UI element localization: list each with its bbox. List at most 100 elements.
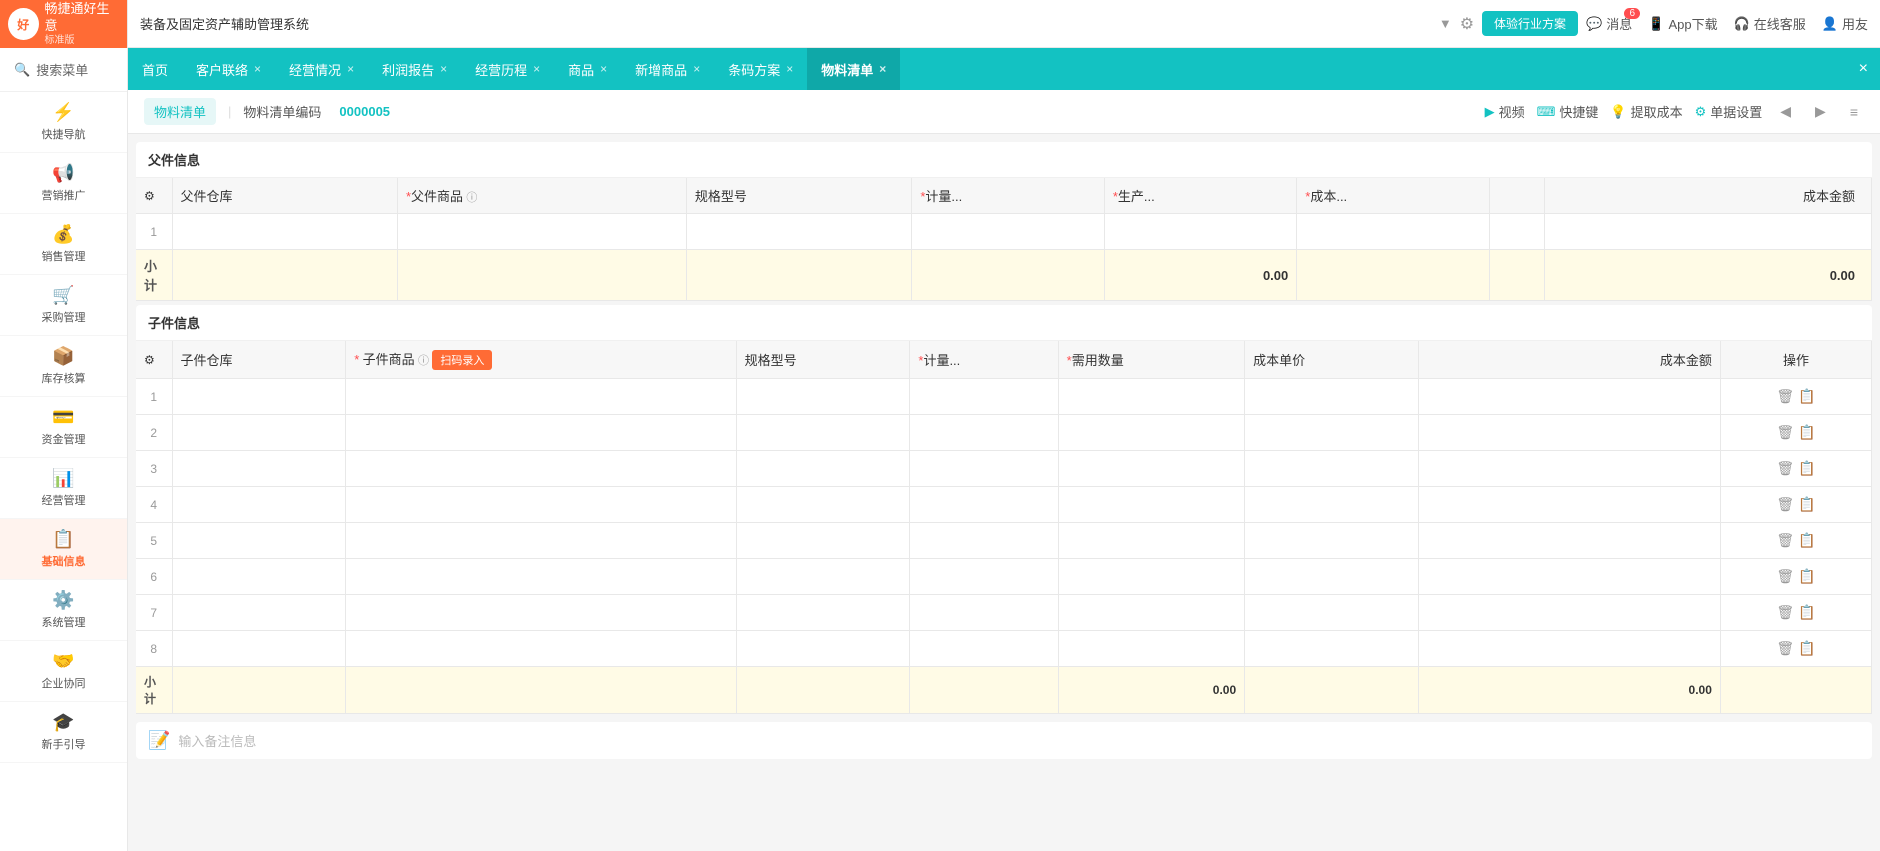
parent-th-settings[interactable]: ⚙ (136, 178, 172, 214)
search-menu-button[interactable]: 🔍 搜索菜单 (8, 56, 119, 83)
child-row-8-spec[interactable] (736, 631, 910, 667)
child-row-2-qty[interactable] (910, 415, 1058, 451)
tab-customer[interactable]: 客户联络 × (182, 48, 275, 90)
delete-row-7-button[interactable]: 🗑 (1776, 604, 1794, 621)
online-service-button[interactable]: 🎧 在线客服 (1734, 14, 1806, 33)
extract-cost-action[interactable]: 💡 提取成本 (1610, 102, 1682, 121)
child-row-3-unit-cost[interactable] (1245, 451, 1419, 487)
child-th-settings[interactable]: ⚙ (136, 341, 172, 379)
child-row-7-need-qty[interactable] (1058, 595, 1244, 631)
tab-goods[interactable]: 商品 × (554, 48, 621, 90)
parent-row-1-qty[interactable] (912, 214, 1104, 250)
sidebar-item-operation[interactable]: 📊 经营管理 (0, 458, 127, 519)
dropdown-arrow-icon[interactable]: ▼ (1439, 16, 1452, 31)
tab-home[interactable]: 首页 (128, 48, 182, 90)
child-row-2-need-qty[interactable] (1058, 415, 1244, 451)
nav-prev-button[interactable]: ◀ (1774, 103, 1797, 120)
delete-row-5-button[interactable]: 🗑 (1776, 532, 1794, 549)
child-row-8-qty[interactable] (910, 631, 1058, 667)
tab-operation-history[interactable]: 经营历程 × (461, 48, 554, 90)
child-row-4-warehouse[interactable] (172, 487, 346, 523)
child-row-6-warehouse[interactable] (172, 559, 346, 595)
sidebar-item-basic-info[interactable]: 📋 基础信息 (0, 519, 127, 580)
shortcut-action[interactable]: ⌨ 快捷键 (1537, 102, 1599, 121)
copy-row-8-button[interactable]: 📋 (1798, 640, 1815, 657)
sidebar-item-system[interactable]: ⚙️ 系统管理 (0, 580, 127, 641)
copy-row-4-button[interactable]: 📋 (1798, 496, 1815, 513)
child-row-3-qty[interactable] (910, 451, 1058, 487)
child-row-6-need-qty[interactable] (1058, 559, 1244, 595)
tab-operation-history-close[interactable]: × (533, 62, 540, 76)
user-button[interactable]: 👤 用友 (1822, 14, 1868, 33)
child-row-3-need-qty[interactable] (1058, 451, 1244, 487)
child-row-2-goods[interactable] (346, 415, 736, 451)
child-row-6-spec[interactable] (736, 559, 910, 595)
child-row-1-warehouse[interactable] (172, 379, 346, 415)
sidebar-item-enterprise[interactable]: 🤝 企业协同 (0, 641, 127, 702)
parent-row-1-spec[interactable] (686, 214, 911, 250)
child-row-5-qty[interactable] (910, 523, 1058, 559)
tab-profit-report[interactable]: 利润报告 × (368, 48, 461, 90)
message-button[interactable]: 💬 消息 6 (1586, 14, 1632, 33)
child-row-4-unit-cost[interactable] (1245, 487, 1419, 523)
child-row-2-warehouse[interactable] (172, 415, 346, 451)
tab-bom[interactable]: 物料清单 × (807, 48, 900, 90)
tab-operation-status[interactable]: 经营情况 × (275, 48, 368, 90)
tab-barcode-close[interactable]: × (786, 62, 793, 76)
child-row-3-warehouse[interactable] (172, 451, 346, 487)
child-row-7-warehouse[interactable] (172, 595, 346, 631)
child-row-6-goods[interactable] (346, 559, 736, 595)
trial-btn[interactable]: 体验行业方案 (1482, 11, 1578, 36)
scan-input-button[interactable]: 扫码录入 (432, 350, 492, 370)
copy-row-2-button[interactable]: 📋 (1798, 424, 1815, 441)
parent-row-1-warehouse[interactable] (172, 214, 397, 250)
child-row-5-warehouse[interactable] (172, 523, 346, 559)
video-action[interactable]: ▶ 视频 (1485, 102, 1525, 121)
close-all-tabs-button[interactable]: × (1847, 60, 1880, 78)
child-row-8-need-qty[interactable] (1058, 631, 1244, 667)
child-row-1-goods[interactable] (346, 379, 736, 415)
child-row-4-need-qty[interactable] (1058, 487, 1244, 523)
child-row-5-need-qty[interactable] (1058, 523, 1244, 559)
copy-row-3-button[interactable]: 📋 (1798, 460, 1815, 477)
parent-row-1-sort[interactable] (1489, 214, 1545, 250)
child-row-4-qty[interactable] (910, 487, 1058, 523)
child-row-5-unit-cost[interactable] (1245, 523, 1419, 559)
tab-bom-close[interactable]: × (879, 62, 886, 76)
tab-new-goods[interactable]: 新增商品 × (621, 48, 714, 90)
parent-row-1-produce[interactable] (1104, 214, 1296, 250)
child-row-2-unit-cost[interactable] (1245, 415, 1419, 451)
notes-hint[interactable]: 输入备注信息 (178, 731, 256, 750)
tab-new-goods-close[interactable]: × (693, 62, 700, 76)
child-row-3-spec[interactable] (736, 451, 910, 487)
sidebar-item-marketing[interactable]: 📢 营销推广 (0, 153, 127, 214)
settings-icon[interactable]: ⚙ (1460, 14, 1474, 34)
child-row-7-spec[interactable] (736, 595, 910, 631)
child-row-8-warehouse[interactable] (172, 631, 346, 667)
delete-row-1-button[interactable]: 🗑 (1776, 388, 1794, 405)
tab-goods-close[interactable]: × (600, 62, 607, 76)
delete-row-4-button[interactable]: 🗑 (1776, 496, 1794, 513)
tab-operation-status-close[interactable]: × (347, 62, 354, 76)
single-settings-action[interactable]: ⚙ 单据设置 (1695, 102, 1763, 121)
child-row-8-unit-cost[interactable] (1245, 631, 1419, 667)
sidebar-item-inventory[interactable]: 📦 库存核算 (0, 336, 127, 397)
sidebar-item-guide[interactable]: 🎓 新手引导 (0, 702, 127, 763)
app-download-button[interactable]: 📱 App下载 (1648, 14, 1717, 33)
child-row-5-spec[interactable] (736, 523, 910, 559)
sidebar-item-quick-nav[interactable]: ⚡ 快捷导航 (0, 92, 127, 153)
child-row-6-qty[interactable] (910, 559, 1058, 595)
child-row-4-spec[interactable] (736, 487, 910, 523)
tab-customer-close[interactable]: × (254, 62, 261, 76)
child-row-1-spec[interactable] (736, 379, 910, 415)
page-tab-bom[interactable]: 物料清单 (144, 98, 216, 125)
tab-barcode[interactable]: 条码方案 × (714, 48, 807, 90)
nav-next-button[interactable]: ▶ (1809, 103, 1832, 120)
child-row-1-qty[interactable] (910, 379, 1058, 415)
child-row-4-goods[interactable] (346, 487, 736, 523)
sidebar-item-purchase[interactable]: 🛒 采购管理 (0, 275, 127, 336)
tab-profit-report-close[interactable]: × (440, 62, 447, 76)
child-row-1-unit-cost[interactable] (1245, 379, 1419, 415)
copy-row-5-button[interactable]: 📋 (1798, 532, 1815, 549)
child-row-7-goods[interactable] (346, 595, 736, 631)
